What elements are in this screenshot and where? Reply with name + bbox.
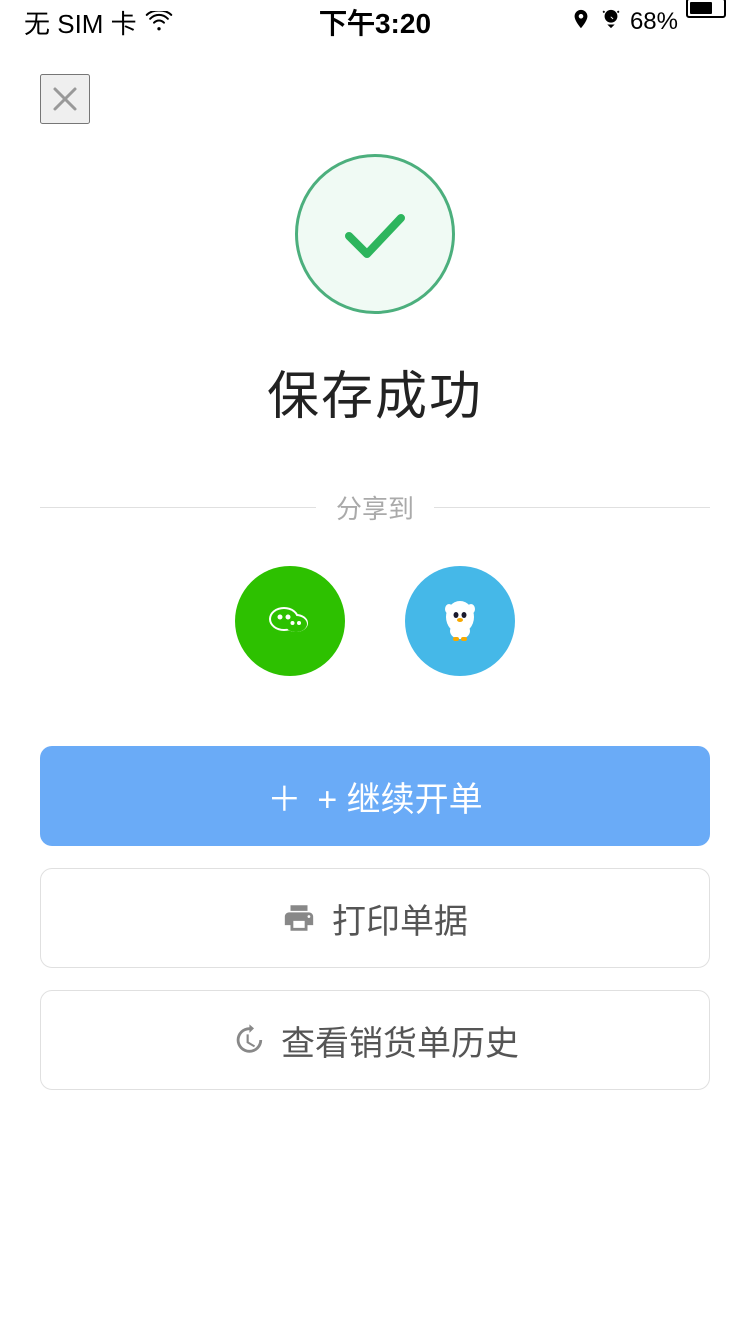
- location-icon: [570, 8, 592, 37]
- wechat-share-button[interactable]: [235, 566, 345, 676]
- success-icon: [295, 154, 455, 314]
- battery-percentage: 68%: [630, 8, 678, 36]
- main-content: 保存成功 分享到: [0, 44, 750, 1334]
- history-button[interactable]: 查看销货单历史: [40, 990, 710, 1090]
- status-right: 68%: [570, 0, 726, 46]
- share-label: 分享到: [316, 489, 434, 526]
- status-time: 下午3:20: [319, 2, 431, 42]
- history-label: 查看销货单历史: [281, 1016, 519, 1065]
- status-bar: 无 SIM 卡 下午3:20 68%: [0, 0, 750, 44]
- share-icons: [235, 566, 515, 676]
- printer-icon: [282, 901, 316, 935]
- wifi-icon: [145, 7, 173, 38]
- close-button[interactable]: [40, 74, 90, 124]
- checkmark-svg: [335, 194, 415, 274]
- continue-label: + 继续开单: [317, 772, 482, 821]
- status-left: 无 SIM 卡: [24, 4, 173, 41]
- plus-icon: ＋: [267, 772, 301, 821]
- clock-icon: [231, 1023, 265, 1057]
- alarm-icon: [600, 8, 622, 37]
- qq-share-button[interactable]: [405, 566, 515, 676]
- success-title: 保存成功: [267, 354, 483, 429]
- print-button[interactable]: 打印单据: [40, 868, 710, 968]
- action-buttons: ＋ + 继续开单 打印单据 查看销货单历史: [40, 746, 710, 1090]
- print-label: 打印单据: [332, 894, 468, 943]
- battery-icon: [686, 0, 726, 46]
- share-divider: 分享到: [40, 489, 710, 526]
- carrier-label: 无 SIM 卡: [24, 4, 137, 41]
- continue-button[interactable]: ＋ + 继续开单: [40, 746, 710, 846]
- qq-icon: [428, 589, 492, 653]
- wechat-icon: [258, 589, 322, 653]
